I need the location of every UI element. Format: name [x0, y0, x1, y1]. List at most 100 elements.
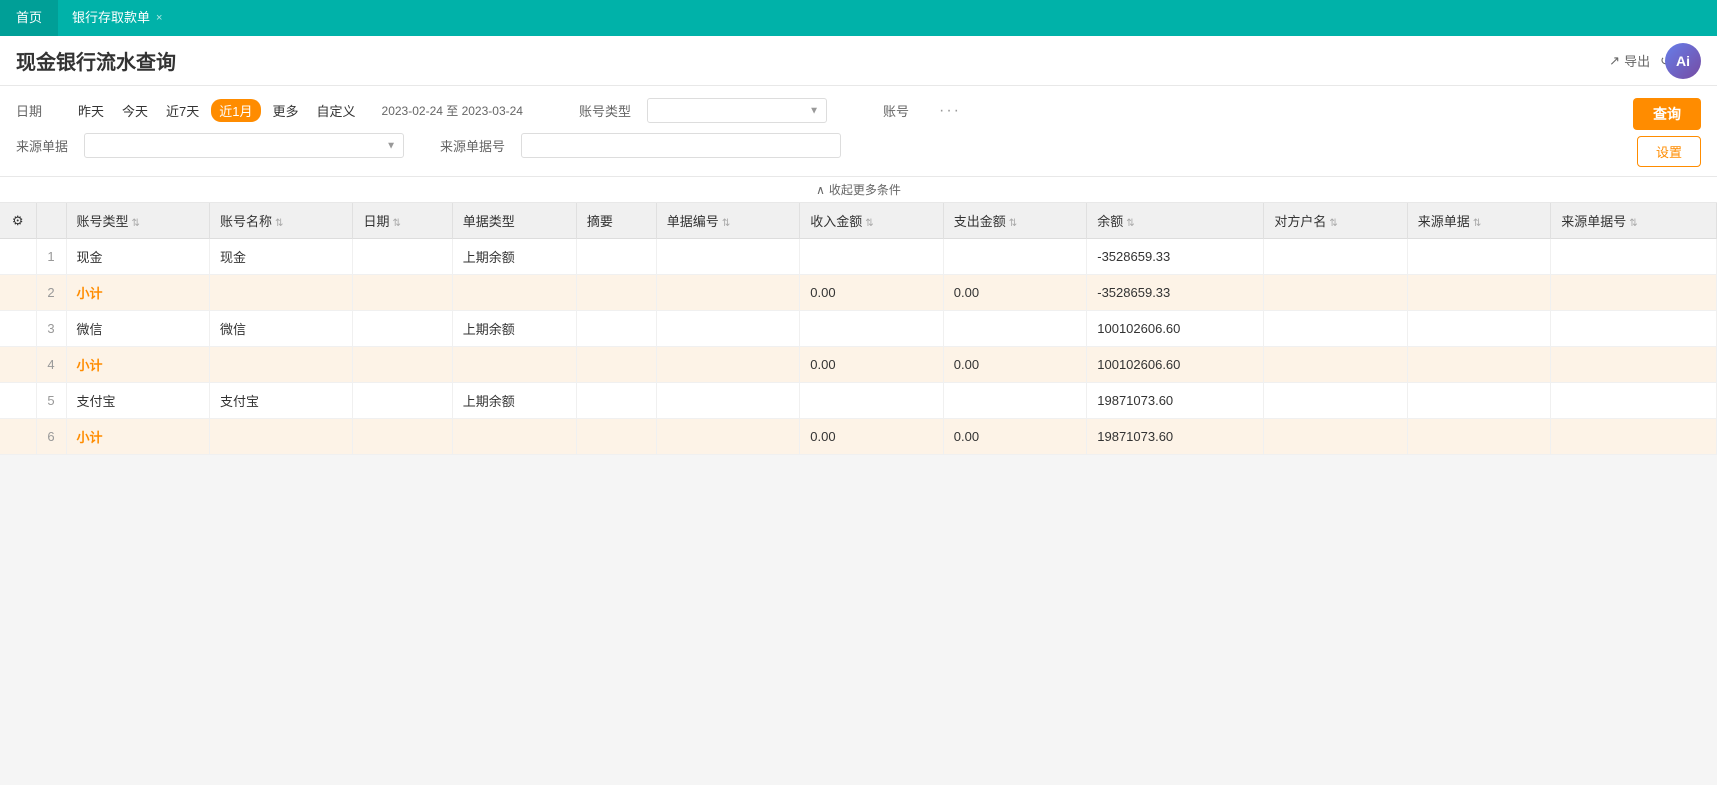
td-config-2: [0, 311, 36, 347]
page-title: 现金银行流水查询: [16, 46, 176, 75]
td-account_type-0: 现金: [66, 239, 209, 275]
date-opt-0[interactable]: 昨天: [72, 99, 110, 122]
table-row: 5支付宝支付宝上期余额19871073.60: [0, 383, 1717, 419]
nav-home-label: 首页: [16, 0, 42, 36]
td-date-0: [353, 239, 452, 275]
export-button[interactable]: ↗ 导出: [1609, 51, 1650, 70]
td-account_name-4: 支付宝: [209, 383, 352, 419]
date-opt-4[interactable]: 更多: [267, 99, 305, 122]
collapse-bar[interactable]: ∧ 收起更多条件: [0, 177, 1717, 203]
table-row: 2小计0.000.00-3528659.33: [0, 275, 1717, 311]
source-doc-select[interactable]: [84, 133, 404, 158]
th-balance[interactable]: 余额⇅: [1087, 203, 1264, 239]
td-config-3: [0, 347, 36, 383]
td-income-0: [800, 239, 943, 275]
td-source_doc_num-5: [1551, 419, 1717, 455]
td-counterparty-1: [1264, 275, 1407, 311]
td-doc_num-2: [656, 311, 799, 347]
td-doc_type-3: [452, 347, 576, 383]
th-summary: 摘要: [576, 203, 656, 239]
td-num-5: 6: [36, 419, 66, 455]
td-num-4: 5: [36, 383, 66, 419]
td-source_doc-3: [1407, 347, 1550, 383]
account-more-btn[interactable]: ···: [939, 102, 961, 120]
date-opt-5[interactable]: 自定义: [311, 99, 362, 122]
th-config[interactable]: ⚙: [0, 203, 36, 239]
td-doc_type-4: 上期余额: [452, 383, 576, 419]
td-date-1: [353, 275, 452, 311]
th-num: [36, 203, 66, 239]
td-doc_num-5: [656, 419, 799, 455]
td-doc_type-1: [452, 275, 576, 311]
td-balance-5: 19871073.60: [1087, 419, 1264, 455]
settings-button[interactable]: 设置: [1637, 136, 1701, 167]
td-date-5: [353, 419, 452, 455]
td-balance-0: -3528659.33: [1087, 239, 1264, 275]
td-expense-0: [943, 239, 1086, 275]
td-expense-2: [943, 311, 1086, 347]
td-counterparty-3: [1264, 347, 1407, 383]
td-expense-1: 0.00: [943, 275, 1086, 311]
th-counterparty[interactable]: 对方户名⇅: [1264, 203, 1407, 239]
account-label: 账号: [883, 101, 923, 120]
td-counterparty-5: [1264, 419, 1407, 455]
td-doc_type-2: 上期余额: [452, 311, 576, 347]
date-options: 昨天今天近7天近1月更多自定义: [72, 99, 362, 122]
td-config-4: [0, 383, 36, 419]
th-doc_num[interactable]: 单据编号⇅: [656, 203, 799, 239]
td-counterparty-4: [1264, 383, 1407, 419]
config-icon: ⚙: [12, 213, 24, 228]
td-account_name-3: [209, 347, 352, 383]
data-table: ⚙账号类型⇅账号名称⇅日期⇅单据类型摘要单据编号⇅收入金额⇅支出金额⇅余额⇅对方…: [0, 203, 1717, 455]
td-doc_num-4: [656, 383, 799, 419]
th-account_name[interactable]: 账号名称⇅: [209, 203, 352, 239]
td-income-3: 0.00: [800, 347, 943, 383]
filter-area: 日期 昨天今天近7天近1月更多自定义 2023-02-24 至 2023-03-…: [0, 86, 1717, 177]
td-account_name-2: 微信: [209, 311, 352, 347]
sort-icon-doc_num: ⇅: [722, 218, 730, 229]
account-type-select-wrapper: 现金 微信 支付宝: [647, 98, 827, 123]
td-source_doc-4: [1407, 383, 1550, 419]
td-balance-2: 100102606.60: [1087, 311, 1264, 347]
top-nav: 首页 收款单×付款单×其他收入单×应收应付调整单×银行存取款单×预收冲应收单×收…: [0, 0, 1717, 36]
account-type-select[interactable]: 现金 微信 支付宝: [647, 98, 827, 123]
td-expense-4: [943, 383, 1086, 419]
td-summary-4: [576, 383, 656, 419]
th-source_doc[interactable]: 来源单据⇅: [1407, 203, 1550, 239]
td-summary-2: [576, 311, 656, 347]
td-expense-5: 0.00: [943, 419, 1086, 455]
th-date[interactable]: 日期⇅: [353, 203, 452, 239]
td-source_doc_num-0: [1551, 239, 1717, 275]
date-opt-1[interactable]: 今天: [116, 99, 154, 122]
td-account_type-3: 小计: [66, 347, 209, 383]
td-summary-0: [576, 239, 656, 275]
th-income[interactable]: 收入金额⇅: [800, 203, 943, 239]
td-income-4: [800, 383, 943, 419]
td-doc_num-0: [656, 239, 799, 275]
td-num-2: 3: [36, 311, 66, 347]
ai-button[interactable]: Ai: [1665, 43, 1701, 79]
sort-icon-counterparty: ⇅: [1329, 218, 1337, 229]
th-source_doc_num[interactable]: 来源单据号⇅: [1551, 203, 1717, 239]
td-config-1: [0, 275, 36, 311]
source-doc-num-input[interactable]: [521, 133, 841, 158]
nav-home[interactable]: 首页: [0, 0, 58, 36]
td-doc_num-3: [656, 347, 799, 383]
th-expense[interactable]: 支出金额⇅: [943, 203, 1086, 239]
sort-icon-balance: ⇅: [1126, 218, 1134, 229]
td-account_type-1: 小计: [66, 275, 209, 311]
td-income-1: 0.00: [800, 275, 943, 311]
td-income-5: 0.00: [800, 419, 943, 455]
td-source_doc-0: [1407, 239, 1550, 275]
td-source_doc_num-4: [1551, 383, 1717, 419]
query-button[interactable]: 查询: [1633, 98, 1701, 130]
sort-icon-account_type: ⇅: [132, 218, 140, 229]
nav-tab-4[interactable]: 银行存取款单×: [58, 0, 202, 36]
th-account_type[interactable]: 账号类型⇅: [66, 203, 209, 239]
source-doc-select-wrapper: [84, 133, 404, 158]
table-row: 1现金现金上期余额-3528659.33: [0, 239, 1717, 275]
date-opt-2[interactable]: 近7天: [160, 99, 205, 122]
nav-tab-close-4[interactable]: ×: [156, 0, 162, 36]
td-summary-5: [576, 419, 656, 455]
date-opt-3[interactable]: 近1月: [211, 99, 260, 122]
